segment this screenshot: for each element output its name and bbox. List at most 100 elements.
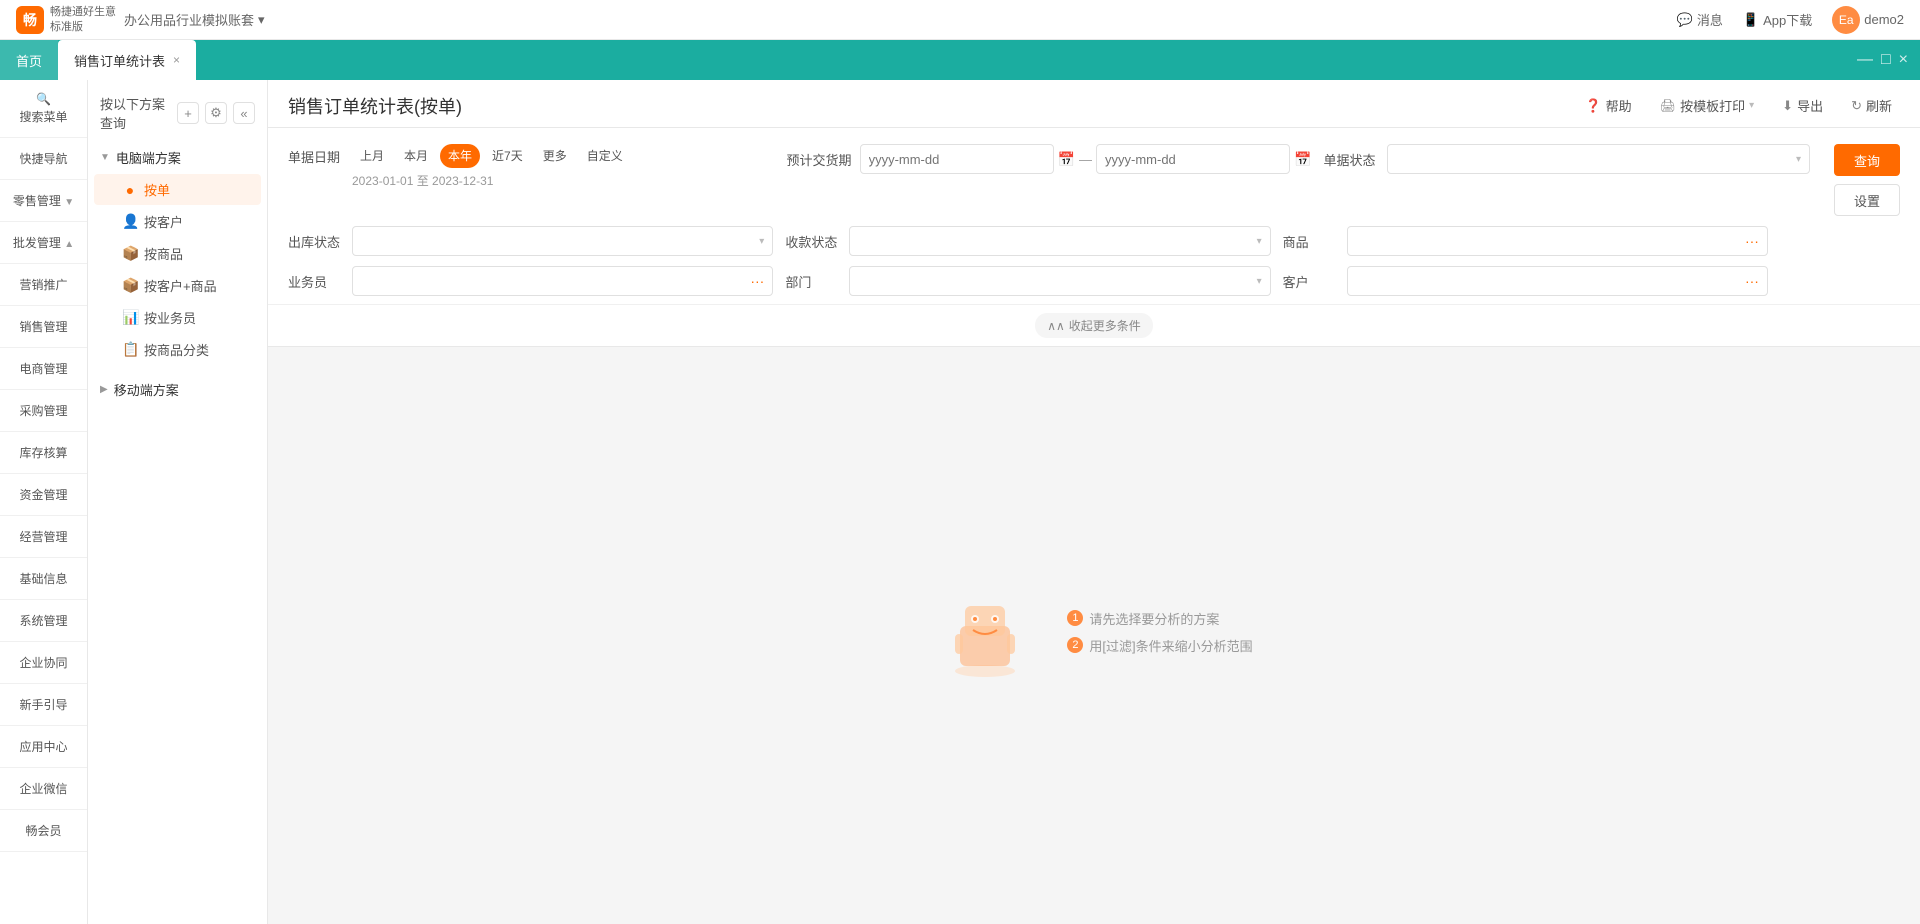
by-customer-goods-icon: 📦: [122, 277, 138, 294]
tab-maximize-btn[interactable]: □: [1881, 52, 1891, 68]
filter-add-btn[interactable]: +: [177, 102, 199, 124]
sidebar-item-corp-wechat[interactable]: 企业微信: [0, 768, 87, 810]
retail-arrow: ▼: [64, 197, 74, 208]
sidebar-item-member[interactable]: 畅会员: [0, 810, 87, 852]
sidebar-item-wholesale[interactable]: 批发管理 ▲: [0, 222, 87, 264]
tab-close-icon[interactable]: ×: [173, 53, 180, 67]
sidebar-item-operation[interactable]: 经营管理: [0, 516, 87, 558]
collapse-btn[interactable]: ∧∧ 收起更多条件: [1035, 313, 1153, 338]
sidebar-item-marketing[interactable]: 营销推广: [0, 264, 87, 306]
filter-group-pc-label: 电脑端方案: [116, 148, 181, 167]
main-layout: 🔍 搜索菜单 快捷导航 零售管理 ▼ 批发管理 ▲ 营销推广 销售管理 电商管理…: [0, 80, 1920, 924]
marketing-label: 营销推广: [19, 278, 67, 292]
tip-num-2: 2: [1067, 637, 1083, 653]
refresh-icon: ↻: [1851, 98, 1862, 114]
sidebar-item-sales[interactable]: 销售管理: [0, 306, 87, 348]
filter-group-pc-caret: ▼: [100, 152, 110, 163]
by-goods-category-label: 按商品分类: [144, 340, 209, 359]
sidebar-search-label: 搜索菜单: [8, 108, 79, 125]
wholesale-arrow: ▲: [64, 239, 74, 250]
filter-settings-btn[interactable]: ⚙: [205, 102, 227, 124]
sidebar-search[interactable]: 🔍 搜索菜单: [0, 80, 87, 138]
sidebar-item-retail[interactable]: 零售管理 ▼: [0, 180, 87, 222]
tab-sales-stat-label: 销售订单统计表: [74, 51, 165, 70]
department-select[interactable]: ▾: [849, 266, 1270, 296]
expected-delivery-to[interactable]: [1096, 144, 1290, 174]
refresh-btn[interactable]: ↻ 刷新: [1843, 92, 1900, 119]
message-action[interactable]: 💬 消息: [1677, 10, 1723, 29]
user-action[interactable]: Ea demo2: [1832, 6, 1904, 34]
template-print-arrow: ▾: [1749, 100, 1754, 111]
by-goods-category-icon: 📋: [122, 341, 138, 358]
tab-home[interactable]: 首页: [0, 40, 58, 80]
tip-num-1: 1: [1067, 610, 1083, 626]
tab-close-btn[interactable]: ×: [1899, 52, 1908, 68]
filter-item-by-goods-category[interactable]: 📋 按商品分类: [94, 334, 261, 365]
sidebar-item-app-center[interactable]: 应用中心: [0, 726, 87, 768]
filter-item-by-customer[interactable]: 👤 按客户: [94, 206, 261, 237]
filter-panel-title: 按以下方案查询: [100, 94, 171, 132]
btn-this-month[interactable]: 本月: [396, 144, 436, 168]
sidebar-quick-nav[interactable]: 快捷导航: [0, 138, 87, 180]
filter-panel: 按以下方案查询 + ⚙ « ▼ 电脑端方案 ● 按单 👤 按客户: [88, 80, 268, 924]
department-label: 部门: [785, 272, 841, 291]
help-btn[interactable]: ❓ 帮助: [1577, 92, 1639, 119]
member-label: 畅会员: [25, 824, 61, 838]
export-btn[interactable]: ⬇ 导出: [1774, 92, 1831, 119]
filter-item-by-salesperson[interactable]: 📊 按业务员: [94, 302, 261, 333]
filter-collapse-btn[interactable]: «: [233, 102, 255, 124]
sidebar-item-enterprise[interactable]: 企业协同: [0, 642, 87, 684]
sidebar-item-purchase[interactable]: 采购管理: [0, 390, 87, 432]
app-download-action[interactable]: 📱 App下载: [1743, 10, 1812, 29]
delivery-status-arrow: ▾: [759, 236, 764, 247]
tip-item-1: 1 请先选择要分析的方案: [1067, 609, 1252, 628]
sidebar-item-system[interactable]: 系统管理: [0, 600, 87, 642]
bill-status-select[interactable]: ▾: [1387, 144, 1810, 174]
template-print-btn[interactable]: 🖨 按模板打印 ▾: [1652, 92, 1763, 119]
delivery-status-select[interactable]: ▾: [352, 226, 773, 256]
tab-minimize-btn[interactable]: —: [1857, 52, 1873, 68]
template-print-icon: 🖨: [1660, 98, 1677, 114]
refresh-label: 刷新: [1866, 96, 1892, 115]
btn-prev-month[interactable]: 上月: [352, 144, 392, 168]
bill-date-range-text: 2023-01-01 至 2023-12-31: [352, 172, 493, 189]
filter-group-mobile-title[interactable]: ▶ 移动端方案: [88, 374, 267, 405]
date-to-icon[interactable]: 📅: [1294, 151, 1311, 168]
breadcrumb-selector[interactable]: 办公用品行业模拟账套 ▾: [124, 10, 265, 29]
btn-more[interactable]: 更多: [535, 144, 575, 168]
filter-item-by-order[interactable]: ● 按单: [94, 174, 261, 205]
sales-label: 销售管理: [19, 320, 67, 334]
salesperson-more-btn[interactable]: ···: [750, 273, 764, 289]
logo-text: 畅捷通好生意 标准版: [50, 5, 116, 34]
tip-text-2: 用[过滤]条件来缩小分析范围: [1089, 636, 1252, 655]
goods-more-btn[interactable]: ···: [1745, 233, 1759, 249]
sidebar: 🔍 搜索菜单 快捷导航 零售管理 ▼ 批发管理 ▲ 营销推广 销售管理 电商管理…: [0, 80, 88, 924]
btn-this-year[interactable]: 本年: [440, 144, 480, 168]
sidebar-item-inventory[interactable]: 库存核算: [0, 432, 87, 474]
filter-group-pc-title[interactable]: ▼ 电脑端方案: [88, 142, 267, 173]
btn-last-7days[interactable]: 近7天: [484, 144, 531, 168]
department-arrow: ▾: [1257, 276, 1262, 287]
filter-item-by-customer-goods[interactable]: 📦 按客户+商品: [94, 270, 261, 301]
settings-btn[interactable]: 设置: [1834, 184, 1900, 216]
payment-status-select[interactable]: ▾: [849, 226, 1270, 256]
empty-state: 1 请先选择要分析的方案 2 用[过滤]条件来缩小分析范围: [268, 347, 1920, 924]
filter-item-by-goods[interactable]: 📦 按商品: [94, 238, 261, 269]
export-label: 导出: [1797, 96, 1823, 115]
right-content: 销售订单统计表(按单) ❓ 帮助 🖨 按模板打印 ▾ ⬇ 导出: [268, 80, 1920, 924]
sidebar-item-newbie[interactable]: 新手引导: [0, 684, 87, 726]
retail-label: 零售管理: [13, 194, 61, 208]
sidebar-item-finance[interactable]: 资金管理: [0, 474, 87, 516]
expected-delivery-from[interactable]: [860, 144, 1054, 174]
export-icon: ⬇: [1782, 98, 1793, 114]
customer-more-btn[interactable]: ···: [1745, 273, 1759, 289]
sidebar-item-ecommerce[interactable]: 电商管理: [0, 348, 87, 390]
bill-status-arrow: ▾: [1796, 154, 1801, 165]
breadcrumb-text: 办公用品行业模拟账套: [124, 10, 254, 29]
btn-custom[interactable]: 自定义: [579, 144, 631, 168]
sidebar-item-basic[interactable]: 基础信息: [0, 558, 87, 600]
help-label: 帮助: [1606, 96, 1632, 115]
query-btn[interactable]: 查询: [1834, 144, 1900, 176]
date-from-icon[interactable]: 📅: [1058, 151, 1075, 168]
tab-sales-stat[interactable]: 销售订单统计表 ×: [58, 40, 196, 80]
